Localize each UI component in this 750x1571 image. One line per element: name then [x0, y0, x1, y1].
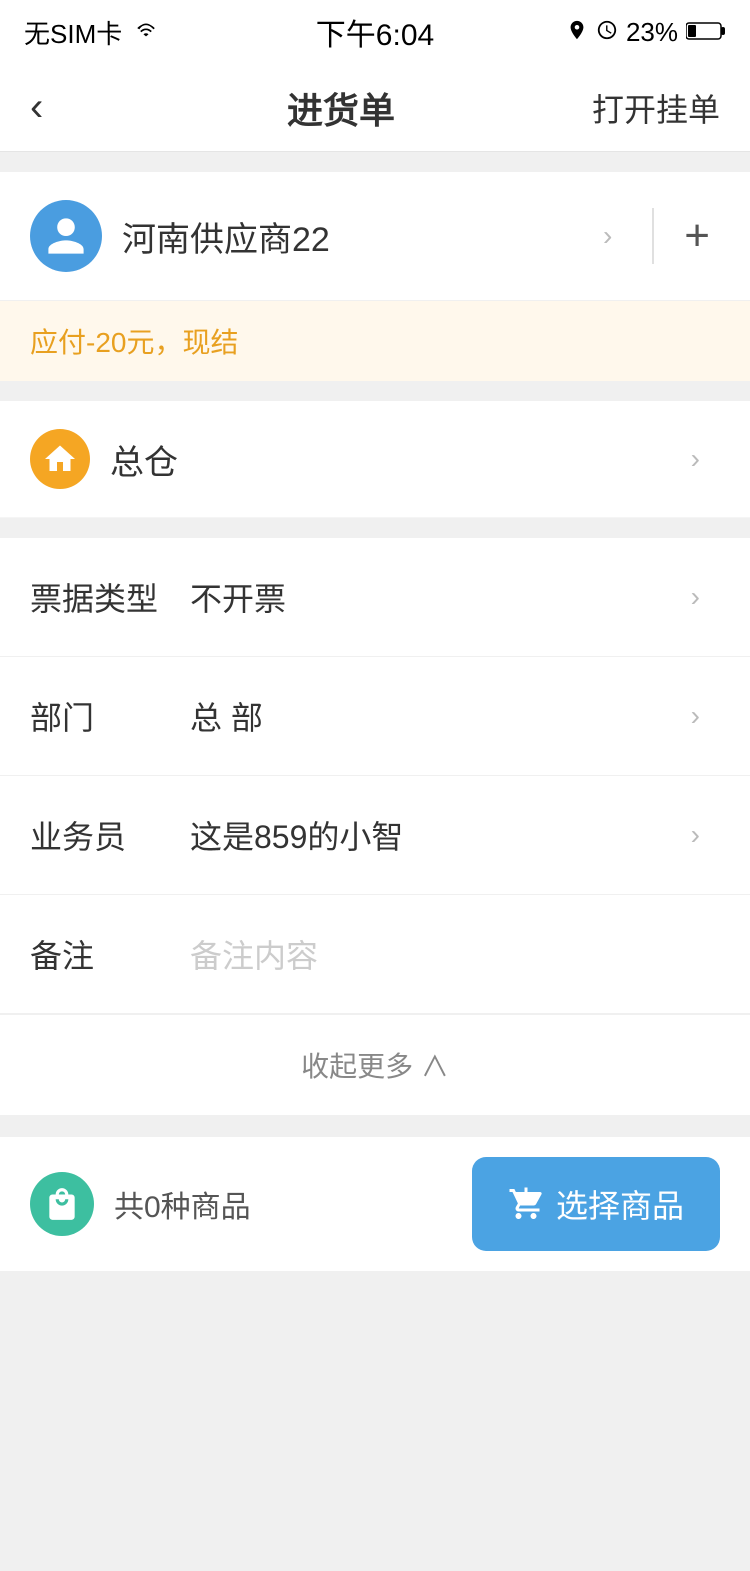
divider-vertical — [652, 208, 654, 264]
salesperson-value: 这是859的小智 — [190, 812, 691, 858]
nav-bar: ‹ 进货单 打开挂单 — [0, 64, 750, 152]
invoice-label: 票据类型 — [30, 574, 190, 620]
divider-1 — [0, 152, 750, 172]
supplier-name: 河南供应商22 — [122, 212, 603, 261]
invoice-arrow-icon: › — [691, 581, 700, 613]
divider-4 — [0, 1115, 750, 1135]
supplier-avatar — [30, 200, 102, 272]
divider-2 — [0, 381, 750, 401]
collapse-row[interactable]: 收起更多 ∧ — [0, 1014, 750, 1115]
battery-icon — [686, 17, 726, 48]
add-supplier-button[interactable]: + — [674, 211, 720, 261]
salesperson-row[interactable]: 业务员 这是859的小智 › — [0, 776, 750, 895]
open-pending-button[interactable]: 打开挂单 — [592, 85, 720, 131]
status-left: 无SIM卡 — [24, 14, 160, 51]
notice-text: 应付-20元，现结 — [30, 327, 238, 358]
house-icon — [42, 441, 78, 477]
back-button[interactable]: ‹ — [30, 85, 90, 130]
invoice-value: 不开票 — [190, 574, 691, 620]
remark-label: 备注 — [30, 931, 190, 977]
supplier-arrow-icon: › — [603, 220, 612, 252]
product-count-text: 共0种商品 — [114, 1182, 452, 1226]
status-time: 下午6:04 — [316, 10, 434, 54]
clock-icon — [596, 17, 618, 48]
collapse-label[interactable]: 收起更多 ∧ — [301, 1045, 449, 1085]
warehouse-arrow-icon: › — [691, 443, 700, 475]
supplier-section: 河南供应商22 › + 应付-20元，现结 — [0, 172, 750, 381]
department-label: 部门 — [30, 693, 190, 739]
person-icon — [44, 214, 88, 258]
carrier-label: 无SIM卡 — [24, 14, 122, 51]
shopping-bag-icon — [43, 1185, 81, 1223]
status-right: 23% — [566, 17, 726, 48]
location-icon — [566, 17, 588, 48]
warehouse-name: 总仓 — [110, 435, 691, 484]
bottom-bar: 共0种商品 选择商品 — [0, 1135, 750, 1271]
salesperson-label: 业务员 — [30, 812, 190, 858]
select-product-button[interactable]: 选择商品 — [472, 1157, 720, 1251]
supplier-row[interactable]: 河南供应商22 › + — [0, 172, 750, 301]
battery-label: 23% — [626, 17, 678, 48]
department-row[interactable]: 部门 总 部 › — [0, 657, 750, 776]
notice-bar: 应付-20元，现结 — [0, 301, 750, 381]
warehouse-row[interactable]: 总仓 › — [0, 401, 750, 518]
department-arrow-icon: › — [691, 700, 700, 732]
divider-3 — [0, 518, 750, 538]
bottom-gray-area — [0, 1271, 750, 1571]
cart-plus-icon — [508, 1186, 544, 1222]
wifi-icon — [132, 17, 160, 48]
page-title: 进货单 — [287, 82, 395, 134]
warehouse-section: 总仓 › — [0, 401, 750, 518]
product-icon — [30, 1172, 94, 1236]
remark-row[interactable]: 备注 备注内容 — [0, 895, 750, 1014]
warehouse-icon — [30, 429, 90, 489]
select-product-label: 选择商品 — [556, 1181, 684, 1227]
salesperson-arrow-icon: › — [691, 819, 700, 851]
invoice-row[interactable]: 票据类型 不开票 › — [0, 538, 750, 657]
form-section: 票据类型 不开票 › 部门 总 部 › 业务员 这是859的小智 › 备注 备注… — [0, 538, 750, 1115]
department-value: 总 部 — [190, 693, 691, 739]
status-bar: 无SIM卡 下午6:04 23% — [0, 0, 750, 64]
remark-input[interactable]: 备注内容 — [190, 931, 720, 977]
